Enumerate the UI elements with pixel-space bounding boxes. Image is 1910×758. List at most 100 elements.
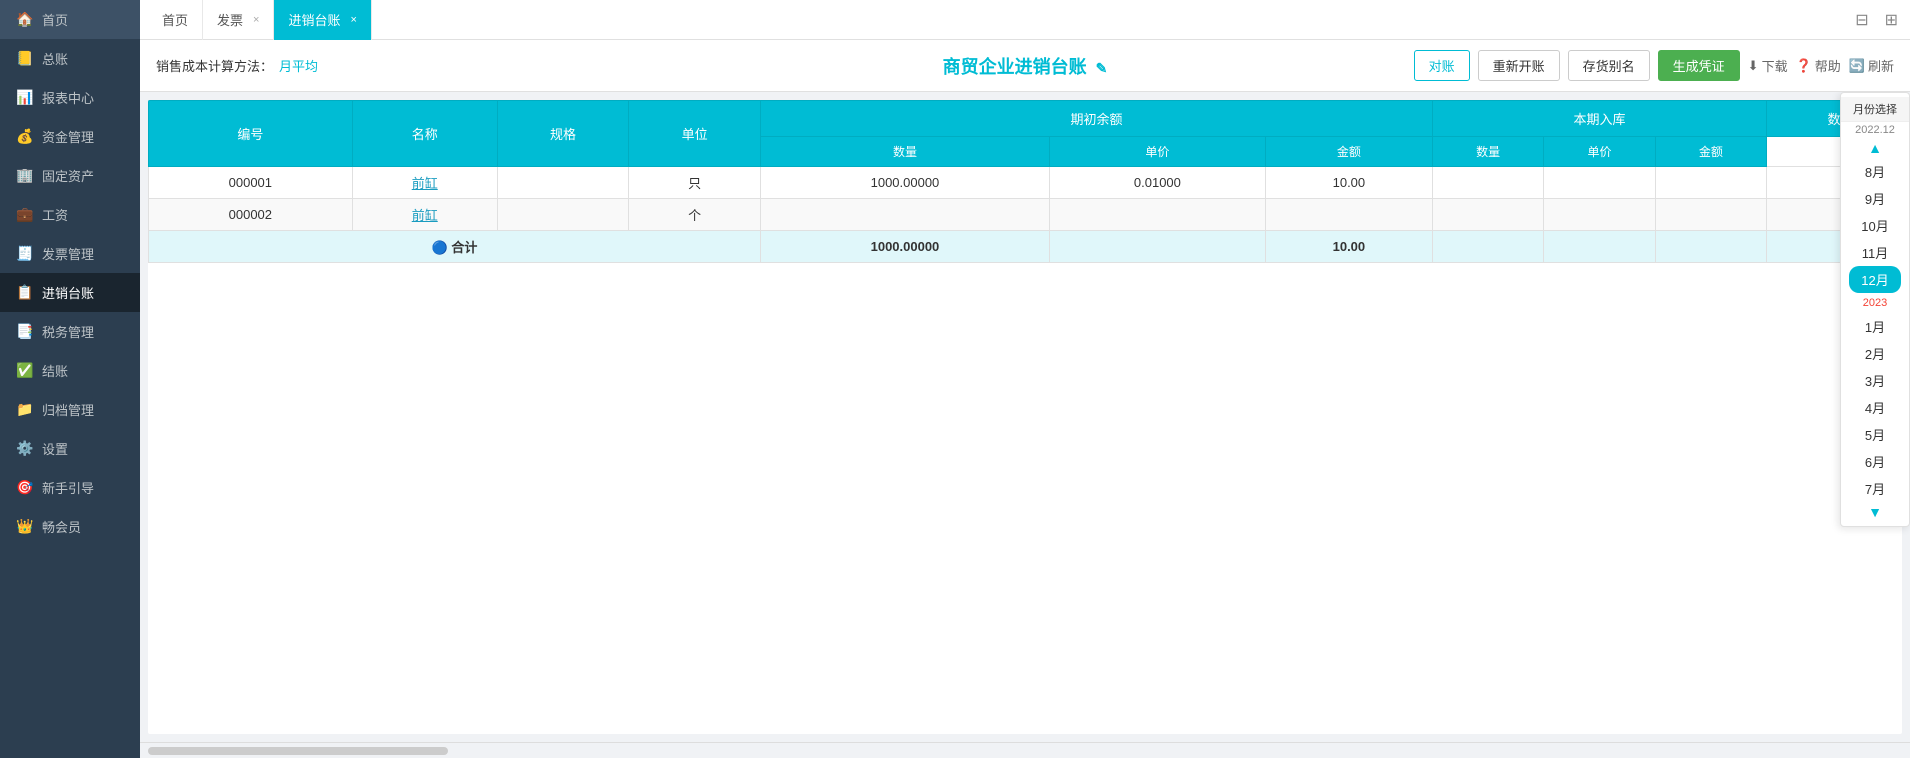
sidebar-item-checkout[interactable]: ✅ 结账: [0, 351, 140, 390]
content-area: 销售成本计算方法： 月平均 商贸企业进销台账 ✎ 对账 重新开账 存货别名 生成…: [140, 40, 1910, 758]
year-2023-label: 2023: [1841, 293, 1909, 313]
sidebar-item-home[interactable]: 🏠 首页: [0, 0, 140, 39]
total-in-price: [1544, 231, 1655, 263]
refresh-button[interactable]: 🔄 刷新: [1849, 56, 1894, 75]
report-icon: 📊: [16, 89, 34, 106]
month-8[interactable]: 8月: [1841, 158, 1909, 185]
sidebar-item-label: 报表中心: [42, 88, 94, 107]
row2-in-price: [1544, 199, 1655, 231]
row2-init-price: [1049, 199, 1265, 231]
sidebar-item-label: 结账: [42, 361, 68, 380]
table-row[interactable]: 000001 前缸 只 1000.00000 0.01000 10.00: [149, 167, 1902, 199]
month-5[interactable]: 5月: [1841, 421, 1909, 448]
scrollbar-area: [140, 742, 1910, 758]
group-init-balance-header: 期初余额: [760, 101, 1432, 137]
generate-voucher-button[interactable]: 生成凭证: [1658, 50, 1740, 81]
month-1[interactable]: 1月: [1841, 313, 1909, 340]
total-init-price: [1049, 231, 1265, 263]
sidebar: 🏠 首页 📒 总账 📊 报表中心 💰 资金管理 🏢 固定资产 💼 工资 🧾 发票…: [0, 0, 140, 758]
row2-id: 000002: [149, 199, 353, 231]
page-title: 商贸企业进销台账 ✎: [943, 53, 1108, 79]
sidebar-item-purchase-sales-ledger[interactable]: 📋 进销台账: [0, 273, 140, 312]
month-12[interactable]: 12月: [1849, 266, 1901, 293]
month-9[interactable]: 9月: [1841, 185, 1909, 212]
sidebar-item-label: 新手引导: [42, 478, 94, 497]
sidebar-item-salary[interactable]: 💼 工资: [0, 195, 140, 234]
month-11[interactable]: 11月: [1841, 239, 1909, 266]
tab-invoice[interactable]: 发票 ×: [203, 0, 274, 40]
download-button[interactable]: ⬇ 下载: [1748, 56, 1788, 75]
maximize-button[interactable]: ⊞: [1881, 10, 1902, 30]
sidebar-item-archive[interactable]: 📁 归档管理: [0, 390, 140, 429]
row2-init-qty: [760, 199, 1049, 231]
in-price-header: 单价: [1544, 137, 1655, 167]
init-amount-header: 金额: [1265, 137, 1432, 167]
salary-icon: 💼: [16, 206, 34, 223]
scroll-down-button[interactable]: ▼: [1841, 502, 1909, 522]
scroll-up-button[interactable]: ▲: [1841, 138, 1909, 158]
month-2[interactable]: 2月: [1841, 340, 1909, 367]
sidebar-item-report-center[interactable]: 📊 报表中心: [0, 78, 140, 117]
col-spec-header: 规格: [497, 101, 629, 167]
tab-controls: ⊟ ⊞: [1851, 10, 1902, 30]
total-row: 🔵 合计 1000.00000 10.00: [149, 231, 1902, 263]
sidebar-item-tax-management[interactable]: 📑 税务管理: [0, 312, 140, 351]
month-6[interactable]: 6月: [1841, 448, 1909, 475]
row2-unit: 个: [629, 199, 761, 231]
save-alias-button[interactable]: 存货别名: [1568, 50, 1650, 81]
tab-ledger[interactable]: 进销台账 ×: [274, 0, 371, 40]
sidebar-item-settings[interactable]: ⚙️ 设置: [0, 429, 140, 468]
horizontal-scrollbar[interactable]: [148, 747, 448, 755]
row1-in-amount: [1655, 167, 1766, 199]
row1-init-price: 0.01000: [1049, 167, 1265, 199]
sidebar-item-beginner-guide[interactable]: 🎯 新手引导: [0, 468, 140, 507]
reopen-button[interactable]: 重新开账: [1478, 50, 1560, 81]
total-label-cell: 🔵 合计: [149, 231, 761, 263]
col-id-header: 编号: [149, 101, 353, 167]
row1-in-price: [1544, 167, 1655, 199]
cost-method-label: 销售成本计算方法：: [156, 56, 273, 75]
tab-ledger-close[interactable]: ×: [350, 14, 356, 26]
sidebar-item-invoice-management[interactable]: 🧾 发票管理: [0, 234, 140, 273]
row2-init-amount: [1265, 199, 1432, 231]
month-3[interactable]: 3月: [1841, 367, 1909, 394]
total-in-qty: [1432, 231, 1543, 263]
sidebar-item-label: 归档管理: [42, 400, 94, 419]
row1-spec: [497, 167, 629, 199]
total-label: 合计: [451, 240, 477, 255]
toolbar-left: 销售成本计算方法： 月平均: [156, 56, 1406, 75]
sidebar-item-fixed-assets[interactable]: 🏢 固定资产: [0, 156, 140, 195]
sidebar-item-label: 工资: [42, 205, 68, 224]
reconcile-button[interactable]: 对账: [1414, 50, 1470, 81]
total-init-qty: 1000.00000: [760, 231, 1049, 263]
tab-ledger-label: 进销台账: [288, 10, 340, 29]
archive-icon: 📁: [16, 401, 34, 418]
tab-invoice-close[interactable]: ×: [253, 14, 259, 26]
row2-in-qty: [1432, 199, 1543, 231]
sidebar-item-general-ledger[interactable]: 📒 总账: [0, 39, 140, 78]
month-10[interactable]: 10月: [1841, 212, 1909, 239]
edit-icon[interactable]: ✎: [1096, 60, 1108, 76]
sidebar-item-fund-management[interactable]: 💰 资金管理: [0, 117, 140, 156]
settings-icon: ⚙️: [16, 440, 34, 457]
month-4[interactable]: 4月: [1841, 394, 1909, 421]
in-qty-header: 数量: [1432, 137, 1543, 167]
home-icon: 🏠: [16, 11, 34, 28]
row2-name: 前缸: [352, 199, 497, 231]
ledger-icon: 📒: [16, 50, 34, 67]
checkout-icon: ✅: [16, 362, 34, 379]
row1-init-qty: 1000.00000: [760, 167, 1049, 199]
tab-bar: 首页 发票 × 进销台账 × ⊟ ⊞: [140, 0, 1910, 40]
help-button[interactable]: ❓ 帮助: [1796, 56, 1841, 75]
minimize-button[interactable]: ⊟: [1851, 10, 1872, 30]
total-icon: 🔵: [432, 240, 448, 255]
tab-home[interactable]: 首页: [148, 0, 203, 40]
table-row[interactable]: 000002 前缸 个: [149, 199, 1902, 231]
month-7[interactable]: 7月: [1841, 475, 1909, 502]
refresh-icon: 🔄: [1849, 58, 1865, 74]
init-qty-header: 数量: [760, 137, 1049, 167]
group-in-header: 本期入库: [1432, 101, 1766, 137]
sidebar-item-label: 设置: [42, 439, 68, 458]
sidebar-item-label: 畅会员: [42, 517, 81, 536]
sidebar-item-vip-member[interactable]: 👑 畅会员: [0, 507, 140, 546]
